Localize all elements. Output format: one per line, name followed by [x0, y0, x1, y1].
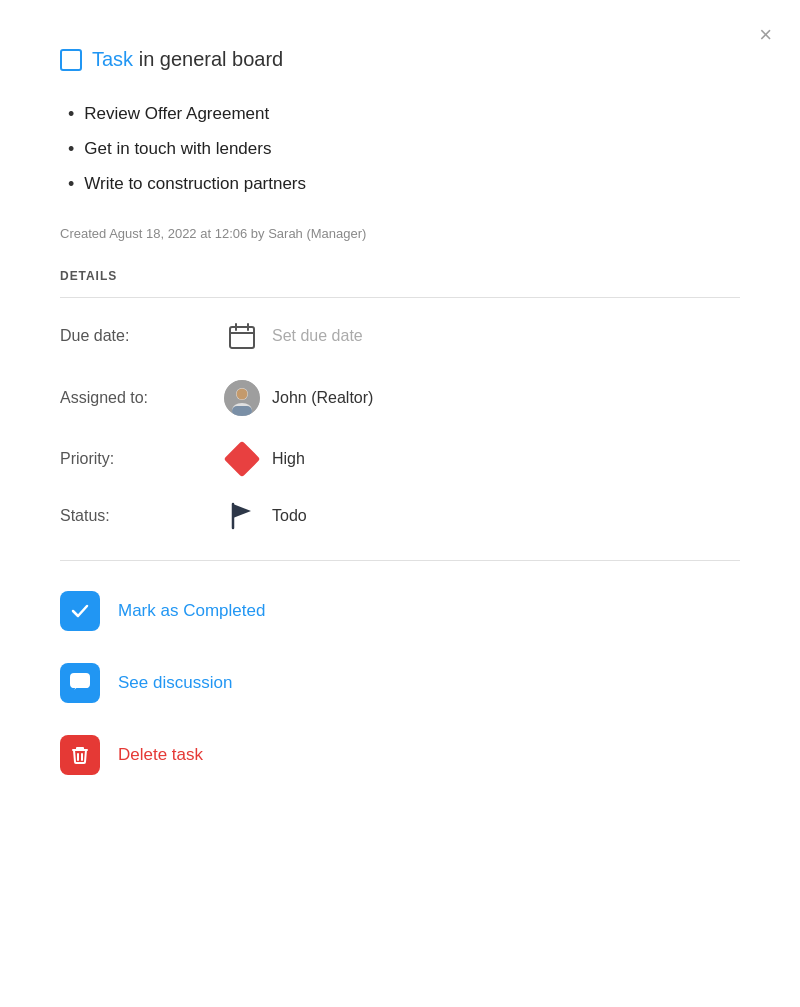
priority-icon — [220, 446, 264, 472]
list-item-text: Review Offer Agreement — [84, 101, 269, 127]
diamond-icon — [224, 441, 261, 478]
list-item: Get in touch with lenders — [68, 136, 740, 163]
delete-task-action[interactable]: Delete task — [60, 735, 740, 775]
svg-rect-5 — [232, 406, 252, 416]
details-label: DETAILS — [60, 269, 740, 283]
due-date-label: Due date: — [60, 327, 220, 345]
due-date-row: Due date: Set due date — [60, 322, 740, 350]
list-item: Review Offer Agreement — [68, 101, 740, 128]
trash-icon-box — [60, 735, 100, 775]
assigned-to-value[interactable]: John (Realtor) — [272, 389, 373, 407]
priority-label: Priority: — [60, 450, 220, 468]
close-button[interactable]: × — [759, 24, 772, 46]
created-text: Created Agust 18, 2022 at 12:06 by Sarah… — [60, 226, 740, 241]
avatar-icon — [220, 380, 264, 416]
bottom-divider — [60, 560, 740, 561]
assigned-to-row: Assigned to: John (Realtor) — [60, 380, 740, 416]
status-value[interactable]: Todo — [272, 507, 307, 525]
action-list: Mark as Completed See discussion Dele — [60, 591, 740, 775]
calendar-icon — [220, 322, 264, 350]
task-word: Task — [92, 48, 133, 70]
check-icon-box — [60, 591, 100, 631]
title-rest: in general board — [133, 48, 283, 70]
modal-header: Task in general board — [60, 48, 740, 71]
mark-completed-action[interactable]: Mark as Completed — [60, 591, 740, 631]
mark-completed-label: Mark as Completed — [118, 601, 265, 621]
chat-icon-box — [60, 663, 100, 703]
details-section: DETAILS Due date: Set due date Assigned … — [60, 269, 740, 530]
avatar — [224, 380, 260, 416]
divider — [60, 297, 740, 298]
assigned-to-label: Assigned to: — [60, 389, 220, 407]
list-item-text: Write to construction partners — [84, 171, 306, 197]
svg-point-4 — [237, 389, 248, 400]
list-item: Write to construction partners — [68, 171, 740, 198]
status-row: Status: Todo — [60, 502, 740, 530]
task-list: Review Offer Agreement Get in touch with… — [60, 101, 740, 198]
see-discussion-action[interactable]: See discussion — [60, 663, 740, 703]
task-checkbox[interactable] — [60, 49, 82, 71]
flag-icon — [220, 502, 264, 530]
due-date-value[interactable]: Set due date — [272, 327, 363, 345]
task-modal: × Task in general board Review Offer Agr… — [0, 0, 800, 1007]
svg-rect-0 — [230, 327, 254, 348]
list-item-text: Get in touch with lenders — [84, 136, 271, 162]
priority-row: Priority: High — [60, 446, 740, 472]
priority-value[interactable]: High — [272, 450, 305, 468]
modal-title: Task in general board — [92, 48, 283, 71]
delete-task-label: Delete task — [118, 745, 203, 765]
see-discussion-label: See discussion — [118, 673, 232, 693]
status-label: Status: — [60, 507, 220, 525]
